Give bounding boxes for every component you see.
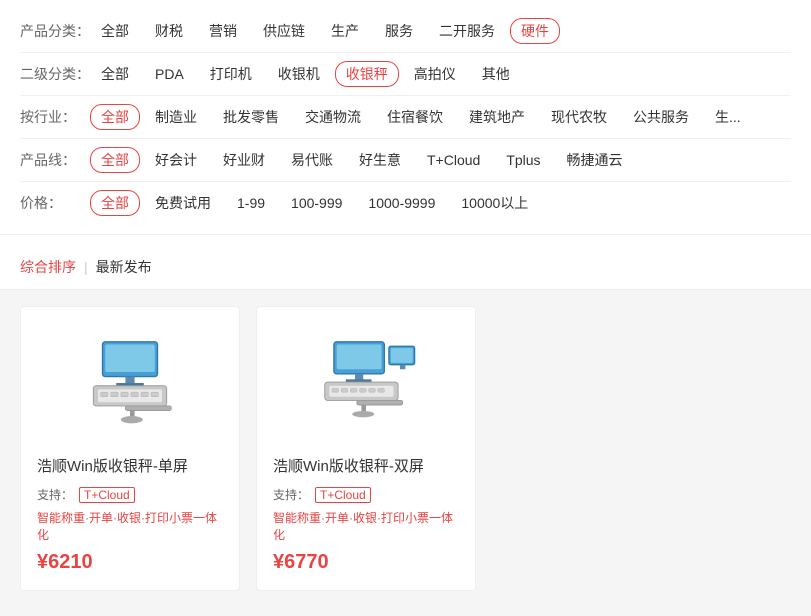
product-support-1: 支持： T+Cloud <box>37 486 223 503</box>
product-name-1: 浩顺Win版收银秤-单屏 <box>37 455 223 476</box>
filter-item-erkaifuwu[interactable]: 二开服务 <box>428 18 506 44</box>
filter-item-shouyinji[interactable]: 收银机 <box>267 61 331 87</box>
filter-item-price-free[interactable]: 免费试用 <box>144 190 222 216</box>
filter-item-dayinji[interactable]: 打印机 <box>199 61 263 87</box>
sort-bar: 综合排序 | 最新发布 <box>0 245 811 290</box>
product-support-label-2: 支持： <box>273 486 309 503</box>
product-badge-2: T+Cloud <box>315 487 371 503</box>
filter-items-industry: 全部 制造业 批发零售 交通物流 住宿餐饮 建筑地产 现代农牧 公共服务 生..… <box>90 104 752 130</box>
filter-label-product-line: 产品线： <box>20 150 90 170</box>
filter-item-xiandainongmu[interactable]: 现代农牧 <box>540 104 618 130</box>
product-badge-1: T+Cloud <box>79 487 135 503</box>
product-price-1: ¥6210 <box>37 551 223 574</box>
product-support-label-1: 支持： <box>37 486 73 503</box>
filter-label-price: 价格： <box>20 193 90 213</box>
filter-item-zhusucanting[interactable]: 住宿餐饮 <box>376 104 454 130</box>
filter-item-shouyincheng[interactable]: 收银秤 <box>335 61 399 87</box>
product-name-2: 浩顺Win版收银秤-双屏 <box>273 455 459 476</box>
filter-item-price-10000plus[interactable]: 10000以上 <box>450 190 539 216</box>
filter-item-ind-quanbu[interactable]: 全部 <box>90 104 140 130</box>
filter-item-price-100-999[interactable]: 100-999 <box>280 192 353 214</box>
filter-item-caishui[interactable]: 财税 <box>144 18 194 44</box>
product-image-1 <box>37 323 223 443</box>
filter-item-jianzhudichang[interactable]: 建筑地产 <box>458 104 536 130</box>
filter-item-pifazoujie[interactable]: 批发零售 <box>212 104 290 130</box>
filter-item-tcloud[interactable]: T+Cloud <box>416 149 491 171</box>
filter-item-quanbu[interactable]: 全部 <box>90 18 140 44</box>
sort-comprehensive[interactable]: 综合排序 <box>20 253 76 281</box>
filter-item-qita[interactable]: 其他 <box>471 61 521 87</box>
filter-item-zhizaoye[interactable]: 制造业 <box>144 104 208 130</box>
filter-items-product-category: 全部 财税 营销 供应链 生产 服务 二开服务 硬件 <box>90 18 560 44</box>
filter-items-price: 全部 免费试用 1-99 100-999 1000-9999 10000以上 <box>90 190 539 216</box>
filter-row-industry: 按行业： 全部 制造业 批发零售 交通物流 住宿餐饮 建筑地产 现代农牧 公共服… <box>20 96 791 139</box>
filter-row-product-category: 产品分类： 全部 财税 营销 供应链 生产 服务 二开服务 硬件 <box>20 10 791 53</box>
filter-label-sub-category: 二级分类： <box>20 64 90 84</box>
sort-latest[interactable]: 最新发布 <box>96 253 152 281</box>
filter-item-price-1-99[interactable]: 1-99 <box>226 192 276 214</box>
filter-item-fuwu[interactable]: 服务 <box>374 18 424 44</box>
product-desc-1: 智能称重·开单·收银·打印小票一体化 <box>37 509 223 543</box>
filter-row-product-line: 产品线： 全部 好会计 好业财 易代账 好生意 T+Cloud Tplus 畅捷… <box>20 139 791 182</box>
filter-item-gaopayi[interactable]: 高拍仪 <box>403 61 467 87</box>
product-price-2: ¥6770 <box>273 551 459 574</box>
filter-item-jiaotongwuliu[interactable]: 交通物流 <box>294 104 372 130</box>
product-desc-2: 智能称重·开单·收银·打印小票一体化 <box>273 509 459 543</box>
product-support-2: 支持： T+Cloud <box>273 486 459 503</box>
products-area: 浩顺Win版收银秤-单屏 支持： T+Cloud 智能称重·开单·收银·打印小票… <box>0 290 811 607</box>
filter-item-gonggongfuwu[interactable]: 公共服务 <box>622 104 700 130</box>
filter-item-haoshengyi[interactable]: 好生意 <box>348 147 412 173</box>
filter-section: 产品分类： 全部 财税 营销 供应链 生产 服务 二开服务 硬件 二级分类： 全… <box>0 0 811 235</box>
filter-item-tplus[interactable]: Tplus <box>495 149 551 171</box>
filter-item-yidaizhang[interactable]: 易代账 <box>280 147 344 173</box>
filter-item-sheng[interactable]: 生... <box>704 104 752 130</box>
filter-item-yingxiao[interactable]: 营销 <box>198 18 248 44</box>
filter-item-yingjian[interactable]: 硬件 <box>510 18 560 44</box>
filter-items-product-line: 全部 好会计 好业财 易代账 好生意 T+Cloud Tplus 畅捷通云 <box>90 147 634 173</box>
filter-item-pda[interactable]: PDA <box>144 63 195 85</box>
filter-label-industry: 按行业： <box>20 107 90 127</box>
filter-item-sub-quanbu[interactable]: 全部 <box>90 61 140 87</box>
filter-item-haokuaiji[interactable]: 好会计 <box>144 147 208 173</box>
product-card-2[interactable]: 浩顺Win版收银秤-双屏 支持： T+Cloud 智能称重·开单·收银·打印小票… <box>256 306 476 591</box>
filter-item-line-quanbu[interactable]: 全部 <box>90 147 140 173</box>
filter-item-shengchan[interactable]: 生产 <box>320 18 370 44</box>
filter-item-haoyecai[interactable]: 好业财 <box>212 147 276 173</box>
filter-row-price: 价格： 全部 免费试用 1-99 100-999 1000-9999 10000… <box>20 182 791 224</box>
filter-item-price-quanbu[interactable]: 全部 <box>90 190 140 216</box>
filter-item-changjietongyun[interactable]: 畅捷通云 <box>556 147 634 173</box>
sort-divider: | <box>84 259 88 275</box>
product-card-1[interactable]: 浩顺Win版收银秤-单屏 支持： T+Cloud 智能称重·开单·收银·打印小票… <box>20 306 240 591</box>
filter-item-gongyinglian[interactable]: 供应链 <box>252 18 316 44</box>
filter-label-product-category: 产品分类： <box>20 21 90 41</box>
filter-items-sub-category: 全部 PDA 打印机 收银机 收银秤 高拍仪 其他 <box>90 61 521 87</box>
product-image-2 <box>273 323 459 443</box>
filter-item-price-1000-9999[interactable]: 1000-9999 <box>357 192 446 214</box>
filter-row-sub-category: 二级分类： 全部 PDA 打印机 收银机 收银秤 高拍仪 其他 <box>20 53 791 96</box>
